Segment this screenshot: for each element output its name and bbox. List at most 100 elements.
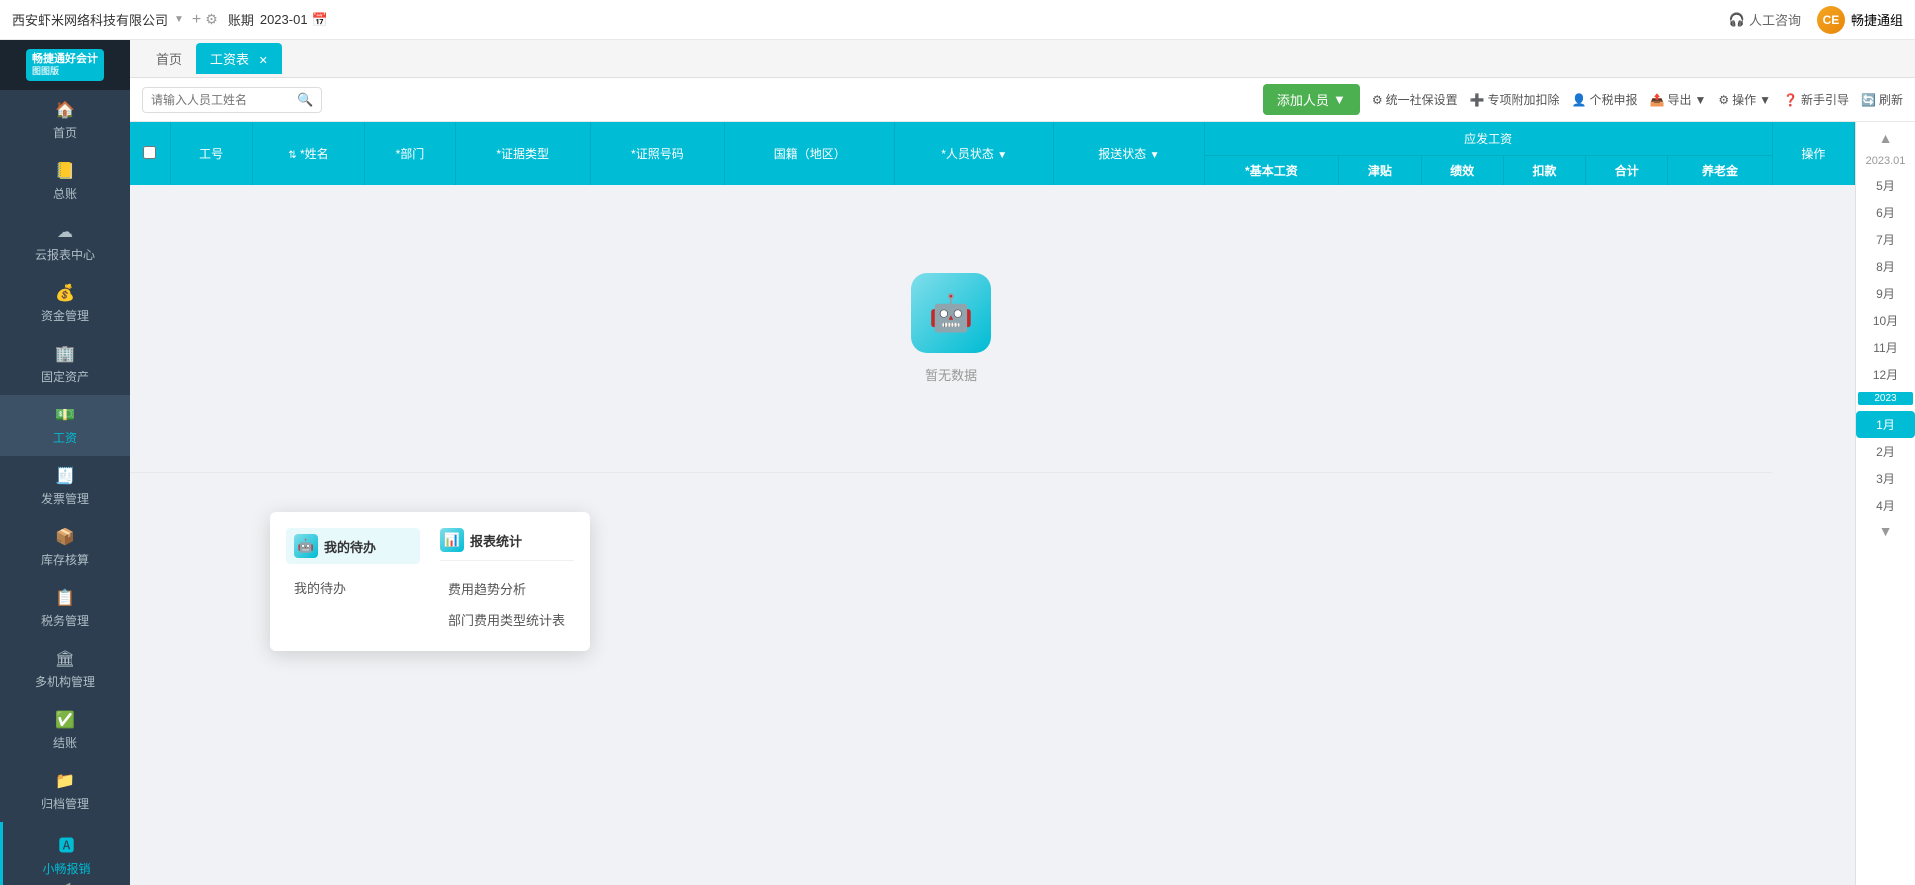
sidebar-item-fund[interactable]: 💰 资金管理 bbox=[0, 273, 130, 334]
social-security-icon: ⚙ bbox=[1372, 93, 1383, 107]
refresh-action[interactable]: 🔄 刷新 bbox=[1861, 91, 1903, 108]
export-arrow: ▼ bbox=[1695, 93, 1707, 107]
special-deduction-icon: ➕ bbox=[1470, 93, 1485, 107]
popup-menu: 🤖 我的待办 我的待办 📊 报表统计 费用趋势分析 部门费用类型统计表 bbox=[270, 512, 590, 651]
empty-state: 暂无数据 bbox=[140, 193, 1762, 464]
user-info[interactable]: CE 畅捷通组 bbox=[1817, 6, 1903, 34]
tax-report-action[interactable]: 👤 个税申报 bbox=[1572, 91, 1638, 108]
cal-month-sep[interactable]: 9月 bbox=[1856, 280, 1915, 307]
select-all-checkbox[interactable] bbox=[143, 146, 156, 159]
status-filter-icon: ▼ bbox=[997, 150, 1007, 161]
search-icon[interactable]: 🔍 bbox=[297, 92, 313, 108]
th-allowance: 津贴 bbox=[1339, 156, 1421, 186]
cal-month-jul[interactable]: 7月 bbox=[1856, 226, 1915, 253]
headset-icon: 🎧 bbox=[1729, 12, 1745, 28]
cal-month-feb[interactable]: 2月 bbox=[1856, 438, 1915, 465]
tab-wage[interactable]: 工资表 ✕ bbox=[196, 43, 282, 74]
tab-close-icon[interactable]: ✕ bbox=[259, 55, 268, 67]
guide-action-icon: ❓ bbox=[1783, 93, 1798, 107]
th-checkbox[interactable] bbox=[130, 122, 170, 185]
cal-month-aug[interactable]: 8月 bbox=[1856, 253, 1915, 280]
th-submit-status[interactable]: 报送状态 ▼ bbox=[1054, 122, 1204, 185]
tax-icon: 📋 bbox=[55, 588, 75, 608]
toolbar-right: 添加人员 ▼ ⚙ 统一社保设置 ➕ 专项附加扣除 👤 个税申报 📤 导出 bbox=[1263, 84, 1903, 115]
chevron-down-icon[interactable]: ▼ bbox=[174, 14, 184, 25]
sidebar-item-home[interactable]: 🏠 首页 bbox=[0, 90, 130, 151]
th-id-number: *证照号码 bbox=[590, 122, 725, 185]
sidebar-label-ledger: 总账 bbox=[53, 185, 77, 202]
user-name: 畅捷通组 bbox=[1851, 10, 1903, 29]
popup-item-my-todo[interactable]: 我的待办 bbox=[286, 572, 420, 603]
cal-month-apr[interactable]: 4月 bbox=[1856, 492, 1915, 519]
submit-filter-icon: ▼ bbox=[1150, 150, 1160, 161]
special-deduction-label: 专项附加扣除 bbox=[1488, 91, 1560, 108]
sidebar-item-inventory[interactable]: 📦 库存核算 bbox=[0, 517, 130, 578]
service-label: 人工咨询 bbox=[1749, 10, 1801, 29]
inventory-icon: 📦 bbox=[55, 527, 75, 547]
logo-area: 畅捷通好会计 图图版 bbox=[0, 40, 130, 90]
popup-section-todo-title: 🤖 我的待办 bbox=[286, 528, 420, 564]
sidebar-item-asset[interactable]: 🏢 固定资产 bbox=[0, 334, 130, 395]
cal-month-dec[interactable]: 12月 bbox=[1856, 361, 1915, 388]
add-person-button[interactable]: 添加人员 ▼ bbox=[1263, 84, 1360, 115]
todo-section-icon: 🤖 bbox=[294, 534, 318, 558]
guide-action[interactable]: ❓ 新手引导 bbox=[1783, 91, 1849, 108]
sidebar-item-archive[interactable]: 📁 归档管理 bbox=[0, 761, 130, 822]
calendar-nav-down[interactable]: ▼ bbox=[1856, 519, 1915, 543]
popup-section-todo: 🤖 我的待办 我的待办 bbox=[286, 528, 420, 635]
gear-icon-btn[interactable]: ⚙ bbox=[205, 11, 218, 28]
popup-section-report: 📊 报表统计 费用趋势分析 部门费用类型统计表 bbox=[440, 528, 574, 635]
special-deduction-action[interactable]: ➕ 专项附加扣除 bbox=[1470, 91, 1560, 108]
tab-home[interactable]: 首页 bbox=[142, 43, 196, 74]
sidebar-item-invoice[interactable]: 🧾 发票管理 bbox=[0, 456, 130, 517]
sidebar-item-ledger[interactable]: 📒 总账 bbox=[0, 151, 130, 212]
calendar-nav-up[interactable]: ▲ bbox=[1856, 126, 1915, 150]
service-button[interactable]: 🎧 人工咨询 bbox=[1729, 10, 1801, 29]
cal-month-jun[interactable]: 6月 bbox=[1856, 199, 1915, 226]
cal-month-mar[interactable]: 3月 bbox=[1856, 465, 1915, 492]
logo-line1: 畅捷通好会计 bbox=[32, 53, 98, 66]
sidebar-item-tax[interactable]: 📋 税务管理 bbox=[0, 578, 130, 639]
operation-action[interactable]: ⚙ 操作 ▼ bbox=[1718, 91, 1771, 108]
sort-icon: ⇅ bbox=[288, 150, 296, 161]
xiaochang-icon: 🅰 bbox=[58, 832, 74, 856]
add-person-arrow: ▼ bbox=[1333, 92, 1346, 107]
logo: 畅捷通好会计 图图版 bbox=[26, 49, 104, 81]
th-name[interactable]: ⇅ *姓名 bbox=[252, 122, 364, 185]
sidebar-item-xiaochang[interactable]: 🅰 小畅报销 ◀ bbox=[0, 822, 130, 885]
th-id-type: *证据类型 bbox=[455, 122, 590, 185]
search-input[interactable] bbox=[151, 93, 291, 107]
cal-month-oct[interactable]: 10月 bbox=[1856, 307, 1915, 334]
sidebar-item-multi[interactable]: 🏛 多机构管理 bbox=[0, 639, 130, 700]
cal-month-jan[interactable]: 1月 bbox=[1856, 411, 1915, 438]
sidebar-label-inventory: 库存核算 bbox=[41, 551, 89, 568]
export-action[interactable]: 📤 导出 ▼ bbox=[1650, 91, 1707, 108]
sidebar-item-wage[interactable]: 💵 工资 bbox=[0, 395, 130, 456]
cal-month-nov[interactable]: 11月 bbox=[1856, 334, 1915, 361]
calendar-icon[interactable]: 📅 bbox=[312, 12, 328, 28]
company-name[interactable]: 西安虾米网络科技有限公司 bbox=[12, 10, 168, 29]
popup-item-dept-stats[interactable]: 部门费用类型统计表 bbox=[440, 604, 574, 635]
social-security-action[interactable]: ⚙ 统一社保设置 bbox=[1372, 91, 1458, 108]
tab-bar: 首页 工资表 ✕ bbox=[130, 40, 1915, 78]
sidebar-item-checkout[interactable]: ✅ 结账 bbox=[0, 700, 130, 761]
ledger-icon: 📒 bbox=[55, 161, 75, 181]
popup-item-trend[interactable]: 费用趋势分析 bbox=[440, 573, 574, 604]
export-icon: 📤 bbox=[1650, 93, 1665, 107]
table-container: 工号 ⇅ *姓名 *部门 *证据类型 *证照号码 国籍（地区） *人员状态 ▼ … bbox=[130, 122, 1855, 885]
home-icon: 🏠 bbox=[55, 100, 75, 120]
sidebar-item-cloud[interactable]: ☁ 云报表中心 bbox=[0, 212, 130, 273]
collapse-icon: ◀ bbox=[63, 881, 71, 885]
sidebar-label-invoice: 发票管理 bbox=[41, 490, 89, 507]
report-section-icon: 📊 bbox=[440, 528, 464, 552]
popup-section-report-title: 📊 报表统计 bbox=[440, 528, 574, 561]
th-pension: 养老金 bbox=[1668, 156, 1772, 186]
sidebar-label-archive: 归档管理 bbox=[41, 795, 89, 812]
wage-icon: 💵 bbox=[55, 405, 75, 425]
add-icon-btn[interactable]: + bbox=[192, 11, 201, 29]
tax-report-icon: 👤 bbox=[1572, 93, 1587, 107]
checkout-icon: ✅ bbox=[55, 710, 75, 730]
cal-month-may[interactable]: 5月 bbox=[1856, 172, 1915, 199]
calendar-panel: ▲ 2023.01 5月 6月 7月 8月 9月 10月 11月 12月 202… bbox=[1855, 122, 1915, 885]
th-status[interactable]: *人员状态 ▼ bbox=[895, 122, 1054, 185]
